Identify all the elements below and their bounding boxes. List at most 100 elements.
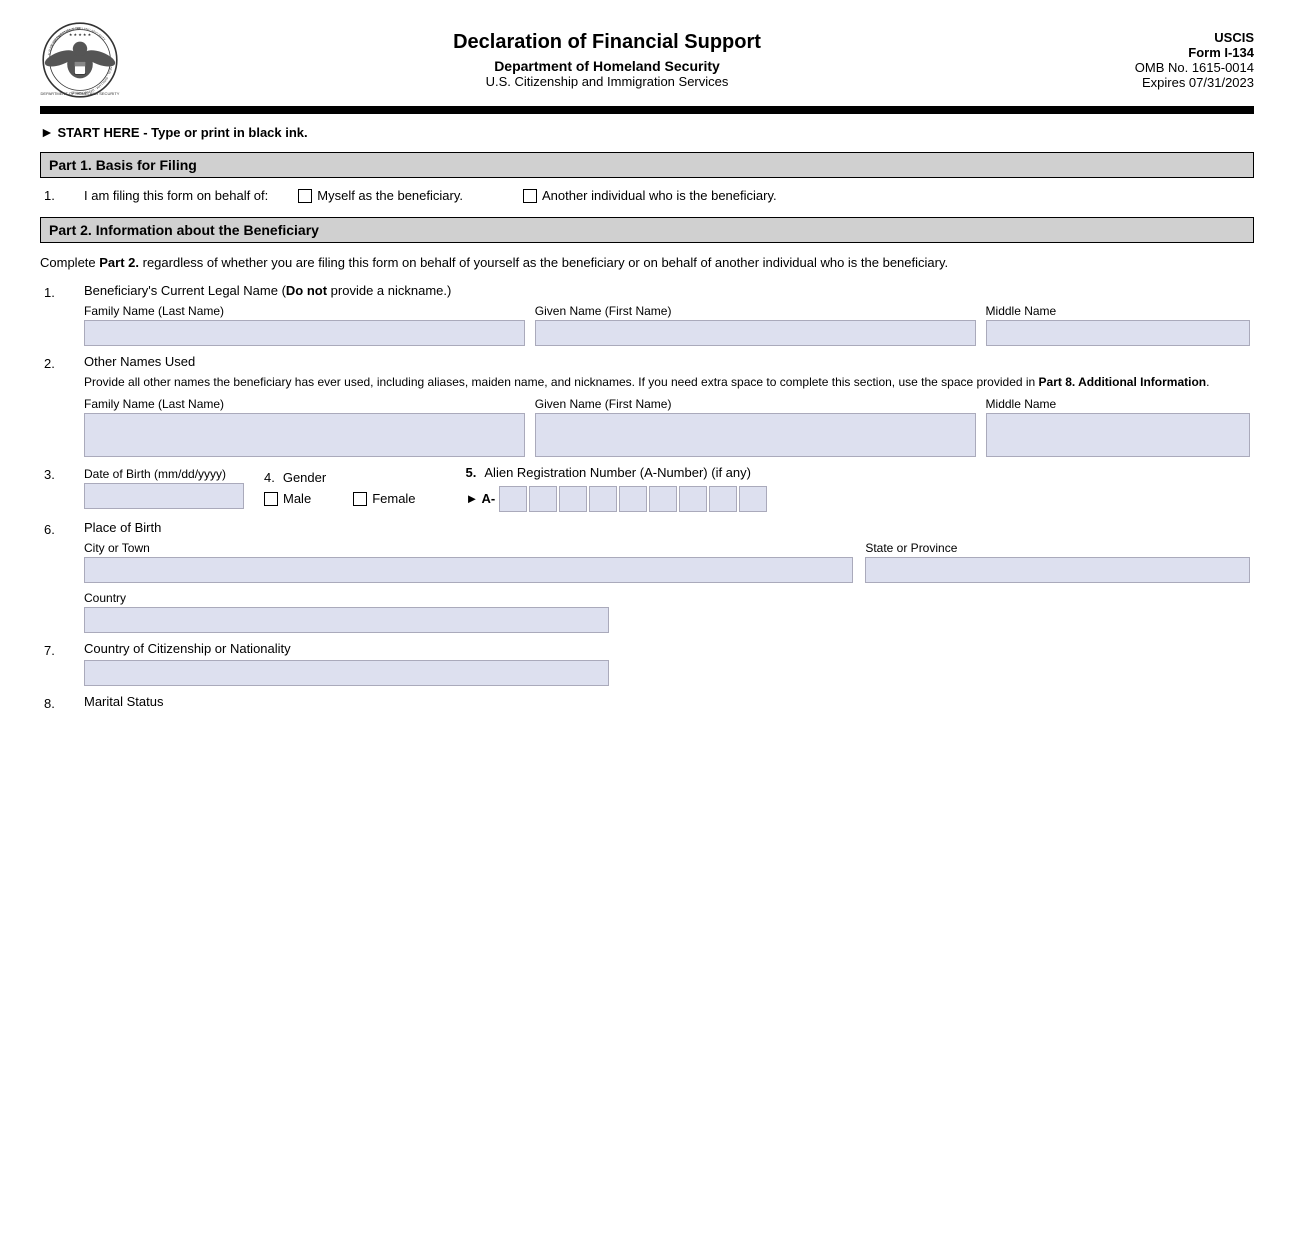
item345-content: Date of Birth (mm/dd/yyyy) 4. Gender Mal…	[84, 465, 1250, 512]
part2-item8-row: 8. Marital Status	[40, 694, 1254, 711]
a-prefix: ► A-	[466, 491, 496, 506]
a-cell-4[interactable]	[589, 486, 617, 512]
another-individual-option[interactable]: Another individual who is the beneficiar…	[523, 188, 777, 203]
item2-num: 2.	[44, 354, 84, 371]
item8-label: Marital Status	[84, 694, 1250, 709]
a-cell-3[interactable]	[559, 486, 587, 512]
state-input[interactable]	[865, 557, 1250, 583]
other-given-name-input[interactable]	[535, 413, 976, 457]
middle-name-field: Middle Name	[986, 304, 1250, 346]
part2-item1-row: 1. Beneficiary's Current Legal Name (Do …	[40, 283, 1254, 346]
given-name-input[interactable]	[535, 320, 976, 346]
part1-section: Part 1. Basis for Filing 1. I am filing …	[40, 152, 1254, 203]
state-field: State or Province	[865, 541, 1250, 583]
dob-gender-anumber-row: Date of Birth (mm/dd/yyyy) 4. Gender Mal…	[84, 465, 1250, 512]
female-label: Female	[372, 491, 415, 506]
other-middle-name-field: Middle Name	[986, 397, 1250, 457]
a-cell-2[interactable]	[529, 486, 557, 512]
part2-item345-row: 3. Date of Birth (mm/dd/yyyy) 4. Gender	[40, 465, 1254, 512]
item4-num: 4.	[264, 470, 275, 485]
citizenship-input[interactable]	[84, 660, 609, 686]
part2-section: Part 2. Information about the Beneficiar…	[40, 217, 1254, 711]
agency-name: U.S. Citizenship and Immigration Service…	[120, 74, 1094, 89]
item1-label: Beneficiary's Current Legal Name (Do not…	[84, 283, 1250, 298]
a-number-field: 5. Alien Registration Number (A-Number) …	[466, 465, 1250, 512]
male-label: Male	[283, 491, 311, 506]
a-cell-5[interactable]	[619, 486, 647, 512]
form-info-block: USCIS Form I-134 OMB No. 1615-0014 Expir…	[1094, 30, 1254, 90]
uscis-label: USCIS	[1094, 30, 1254, 45]
female-option[interactable]: Female	[353, 491, 415, 506]
a-number-cells	[499, 486, 767, 512]
given-name-label: Given Name (First Name)	[535, 304, 976, 318]
country-input[interactable]	[84, 607, 609, 633]
part2-item2-row: 2. Other Names Used Provide all other na…	[40, 354, 1254, 457]
other-names-fields: Family Name (Last Name) Given Name (Firs…	[84, 397, 1250, 457]
dept-name: Department of Homeland Security	[120, 58, 1094, 74]
other-given-label: Given Name (First Name)	[535, 397, 976, 411]
part1-heading: Part 1. Basis for Filing	[40, 152, 1254, 178]
city-field: City or Town	[84, 541, 853, 583]
item7-content: Country of Citizenship or Nationality	[84, 641, 1250, 686]
item1-number: 1.	[44, 188, 84, 203]
part1-item1-row: 1. I am filing this form on behalf of: M…	[40, 188, 1254, 203]
family-name-input[interactable]	[84, 320, 525, 346]
a-number-input-row: ► A-	[466, 486, 1250, 512]
item6-content: Place of Birth City or Town State or Pro…	[84, 520, 1250, 633]
a-cell-9[interactable]	[739, 486, 767, 512]
middle-name-input[interactable]	[986, 320, 1250, 346]
part2-item7-row: 7. Country of Citizenship or Nationality	[40, 641, 1254, 686]
dob-label: Date of Birth (mm/dd/yyyy)	[84, 467, 244, 481]
male-checkbox[interactable]	[264, 492, 278, 506]
svg-text:★ ★ ★ ★ ★: ★ ★ ★ ★ ★	[69, 32, 92, 37]
myself-beneficiary-option[interactable]: Myself as the beneficiary.	[298, 188, 463, 203]
part2-item6-row: 6. Place of Birth City or Town State or …	[40, 520, 1254, 633]
a-cell-6[interactable]	[649, 486, 677, 512]
item3-num: 3.	[44, 465, 84, 482]
city-input[interactable]	[84, 557, 853, 583]
citizenship-field	[84, 660, 609, 686]
item6-label: Place of Birth	[84, 520, 1250, 535]
part2-heading: Part 2. Information about the Beneficiar…	[40, 217, 1254, 243]
gender-options: Male Female	[264, 491, 446, 506]
item1-label: I am filing this form on behalf of:	[84, 188, 268, 203]
other-middle-name-input[interactable]	[986, 413, 1250, 457]
another-individual-checkbox[interactable]	[523, 189, 537, 203]
start-here-notice: ► START HERE - Type or print in black in…	[40, 124, 1254, 140]
state-label: State or Province	[865, 541, 1250, 555]
item2-content: Other Names Used Provide all other names…	[84, 354, 1250, 457]
uscis-seal: ★ ★ ★ ★ ★ DEPARTMENT OF HOMELAND SECURIT…	[40, 20, 120, 100]
a-cell-8[interactable]	[709, 486, 737, 512]
family-name-label: Family Name (Last Name)	[84, 304, 525, 318]
form-title: Declaration of Financial Support	[120, 31, 1094, 54]
a-cell-7[interactable]	[679, 486, 707, 512]
female-checkbox[interactable]	[353, 492, 367, 506]
dob-input[interactable]	[84, 483, 244, 509]
item7-num: 7.	[44, 641, 84, 658]
other-family-name-field: Family Name (Last Name)	[84, 397, 525, 457]
family-name-field: Family Name (Last Name)	[84, 304, 525, 346]
middle-name-label: Middle Name	[986, 304, 1250, 318]
another-individual-label: Another individual who is the beneficiar…	[542, 188, 777, 203]
item6-num: 6.	[44, 520, 84, 537]
gender-field: 4. Gender Male Female	[264, 470, 446, 506]
item5-num: 5.	[466, 465, 477, 480]
male-option[interactable]: Male	[264, 491, 311, 506]
expiry-date: Expires 07/31/2023	[1094, 75, 1254, 90]
a-cell-1[interactable]	[499, 486, 527, 512]
page-header: ★ ★ ★ ★ ★ DEPARTMENT OF HOMELAND SECURIT…	[40, 20, 1254, 100]
other-family-name-input[interactable]	[84, 413, 525, 457]
item1-content: Beneficiary's Current Legal Name (Do not…	[84, 283, 1250, 346]
dob-field: Date of Birth (mm/dd/yyyy)	[84, 467, 244, 509]
given-name-field: Given Name (First Name)	[535, 304, 976, 346]
current-name-fields: Family Name (Last Name) Given Name (Firs…	[84, 304, 1250, 346]
header-title-block: Declaration of Financial Support Departm…	[120, 31, 1094, 89]
country-label: Country	[84, 591, 609, 605]
country-field: Country	[84, 591, 609, 633]
myself-checkbox[interactable]	[298, 189, 312, 203]
start-here-text: START HERE - Type or print in black ink.	[57, 125, 307, 140]
arrow-icon: ►	[40, 124, 54, 140]
myself-label: Myself as the beneficiary.	[317, 188, 463, 203]
item2-label: Other Names Used	[84, 354, 1250, 369]
city-state-row: City or Town State or Province	[84, 541, 1250, 583]
